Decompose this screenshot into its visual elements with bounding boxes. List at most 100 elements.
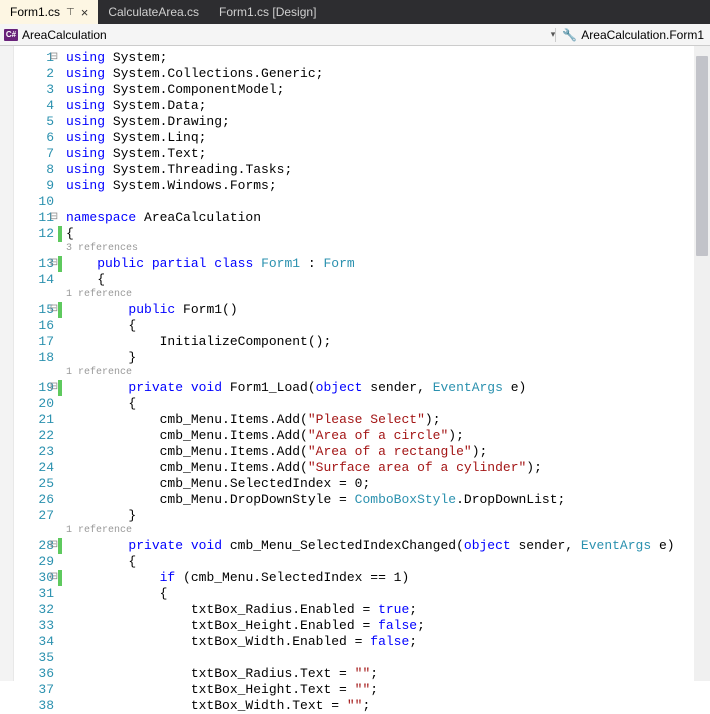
pin-icon[interactable]: ⊤ xyxy=(66,7,75,18)
tab-form1-design[interactable]: Form1.cs [Design] xyxy=(209,0,326,24)
tab-label: Form1.cs xyxy=(10,5,60,19)
change-indicator xyxy=(58,570,62,586)
indicator-margin xyxy=(0,46,14,681)
code-line[interactable]: { xyxy=(62,554,710,570)
code-text-area[interactable]: ⊟using System;using System.Collections.G… xyxy=(62,46,710,681)
tab-form1-cs[interactable]: Form1.cs ⊤ × xyxy=(0,0,98,24)
line-number: 8 xyxy=(14,162,54,178)
line-number xyxy=(14,524,54,538)
code-line[interactable]: { xyxy=(62,586,710,602)
codelens-references[interactable]: 3 references xyxy=(62,242,710,256)
code-line[interactable]: { xyxy=(62,396,710,412)
code-line[interactable]: using System.Threading.Tasks; xyxy=(62,162,710,178)
change-indicator xyxy=(58,226,62,242)
code-line[interactable]: cmb_Menu.SelectedIndex = 0; xyxy=(62,476,710,492)
code-line[interactable]: using System.Data; xyxy=(62,98,710,114)
line-number: 4 xyxy=(14,98,54,114)
code-line[interactable]: { xyxy=(62,226,710,242)
code-line[interactable]: ⊟ private void Form1_Load(object sender,… xyxy=(62,380,710,396)
line-number: 32 xyxy=(14,602,54,618)
line-number: 12 xyxy=(14,226,54,242)
line-number: 18 xyxy=(14,350,54,366)
code-line[interactable]: ⊟ public partial class Form1 : Form xyxy=(62,256,710,272)
line-number: 17 xyxy=(14,334,54,350)
code-line[interactable]: txtBox_Radius.Text = ""; xyxy=(62,666,710,682)
code-line[interactable]: ⊟namespace AreaCalculation xyxy=(62,210,710,226)
line-number: 26 xyxy=(14,492,54,508)
code-line[interactable]: txtBox_Width.Enabled = false; xyxy=(62,634,710,650)
scrollbar-thumb[interactable] xyxy=(696,56,708,256)
code-line[interactable]: cmb_Menu.Items.Add("Area of a circle"); xyxy=(62,428,710,444)
codelens-references[interactable]: 1 reference xyxy=(62,524,710,538)
tab-label: Form1.cs [Design] xyxy=(219,5,316,19)
nav-type-dropdown[interactable]: 🔧 AreaCalculation.Form1 xyxy=(555,28,710,42)
csharp-icon: C# xyxy=(4,29,18,41)
code-editor: 1234567891011121314151617181920212223242… xyxy=(0,46,710,681)
line-number: 3 xyxy=(14,82,54,98)
code-line[interactable]: ⊟ public Form1() xyxy=(62,302,710,318)
line-number: 27 xyxy=(14,508,54,524)
code-line[interactable]: InitializeComponent(); xyxy=(62,334,710,350)
change-indicator xyxy=(58,302,62,318)
line-number xyxy=(14,366,54,380)
line-number: 34 xyxy=(14,634,54,650)
change-indicator xyxy=(58,538,62,554)
code-line[interactable]: cmb_Menu.Items.Add("Surface area of a cy… xyxy=(62,460,710,476)
line-number: 10 xyxy=(14,194,54,210)
code-line[interactable]: using System.Windows.Forms; xyxy=(62,178,710,194)
line-number: 31 xyxy=(14,586,54,602)
line-number: 36 xyxy=(14,666,54,682)
code-line[interactable]: txtBox_Width.Text = ""; xyxy=(62,698,710,714)
code-line[interactable]: txtBox_Height.Text = ""; xyxy=(62,682,710,698)
code-line[interactable]: cmb_Menu.Items.Add("Area of a rectangle"… xyxy=(62,444,710,460)
code-line[interactable]: ⊟ private void cmb_Menu_SelectedIndexCha… xyxy=(62,538,710,554)
line-number: 9 xyxy=(14,178,54,194)
line-number: 20 xyxy=(14,396,54,412)
line-number: 29 xyxy=(14,554,54,570)
line-number: 6 xyxy=(14,130,54,146)
line-number: 16 xyxy=(14,318,54,334)
code-line[interactable]: { xyxy=(62,318,710,334)
line-number: 2 xyxy=(14,66,54,82)
line-number xyxy=(14,242,54,256)
code-line[interactable]: ⊟ if (cmb_Menu.SelectedIndex == 1) xyxy=(62,570,710,586)
vertical-scrollbar[interactable] xyxy=(694,46,710,681)
nav-scope-dropdown[interactable]: C# AreaCalculation xyxy=(0,28,549,42)
fold-toggle[interactable]: ⊟ xyxy=(48,210,60,226)
code-line[interactable]: using System.Text; xyxy=(62,146,710,162)
line-number: 23 xyxy=(14,444,54,460)
line-number: 37 xyxy=(14,682,54,698)
code-line[interactable]: using System.ComponentModel; xyxy=(62,82,710,98)
code-line[interactable]: ⊟using System; xyxy=(62,50,710,66)
code-line[interactable]: using System.Linq; xyxy=(62,130,710,146)
code-line[interactable]: txtBox_Height.Enabled = false; xyxy=(62,618,710,634)
navigation-bar: C# AreaCalculation ▾ 🔧 AreaCalculation.F… xyxy=(0,24,710,46)
tab-label: CalculateArea.cs xyxy=(108,5,199,19)
close-icon[interactable]: × xyxy=(81,5,89,20)
code-line[interactable]: cmb_Menu.Items.Add("Please Select"); xyxy=(62,412,710,428)
nav-type-label: AreaCalculation.Form1 xyxy=(581,28,704,42)
line-number: 35 xyxy=(14,650,54,666)
fold-toggle[interactable]: ⊟ xyxy=(48,50,60,66)
change-indicator xyxy=(58,256,62,272)
code-line[interactable] xyxy=(62,194,710,210)
code-line[interactable]: } xyxy=(62,350,710,366)
line-number: 24 xyxy=(14,460,54,476)
code-line[interactable]: cmb_Menu.DropDownStyle = ComboBoxStyle.D… xyxy=(62,492,710,508)
code-line[interactable]: { xyxy=(62,272,710,288)
line-number: 7 xyxy=(14,146,54,162)
code-line[interactable]: } xyxy=(62,508,710,524)
code-line[interactable]: txtBox_Radius.Enabled = true; xyxy=(62,602,710,618)
line-number xyxy=(14,288,54,302)
line-number: 21 xyxy=(14,412,54,428)
wrench-icon: 🔧 xyxy=(562,28,577,42)
code-line[interactable]: using System.Drawing; xyxy=(62,114,710,130)
codelens-references[interactable]: 1 reference xyxy=(62,288,710,302)
code-line[interactable]: using System.Collections.Generic; xyxy=(62,66,710,82)
nav-scope-label: AreaCalculation xyxy=(22,28,107,42)
line-number: 38 xyxy=(14,698,54,714)
codelens-references[interactable]: 1 reference xyxy=(62,366,710,380)
tab-calculatearea-cs[interactable]: CalculateArea.cs xyxy=(98,0,209,24)
change-indicator xyxy=(58,380,62,396)
code-line[interactable] xyxy=(62,650,710,666)
